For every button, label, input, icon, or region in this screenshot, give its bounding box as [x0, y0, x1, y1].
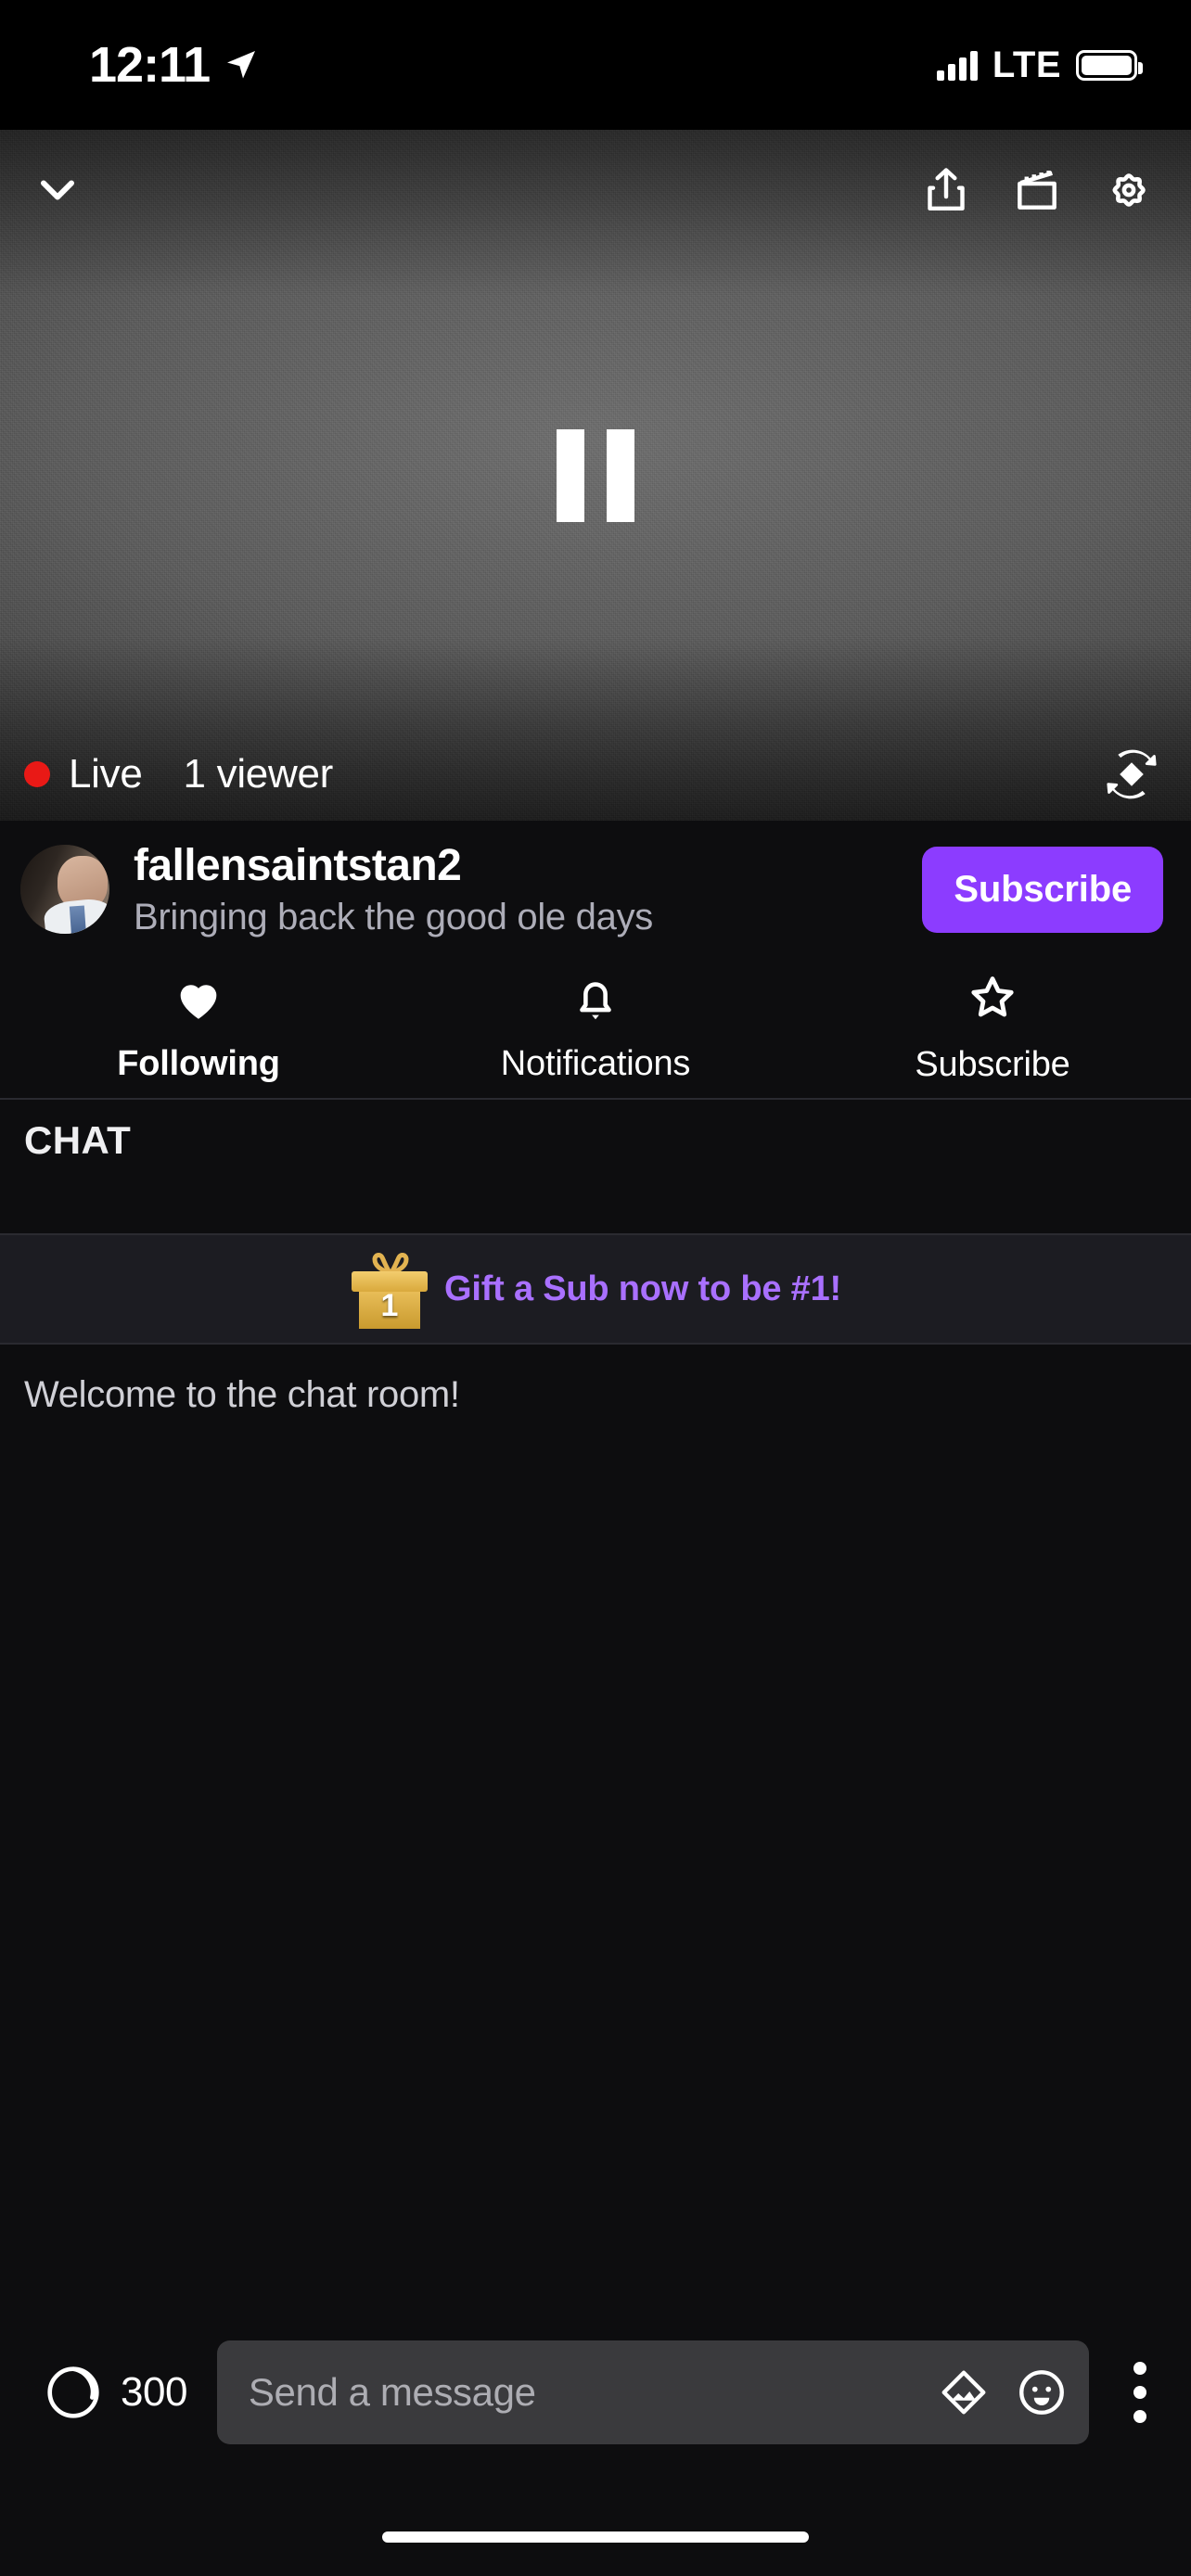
following-label: Following: [117, 1044, 280, 1083]
gear-icon[interactable]: [1102, 163, 1156, 217]
char-count-label: 300: [121, 2369, 187, 2415]
location-arrow-icon: [223, 46, 260, 83]
search-input-wrapper[interactable]: Send a message: [216, 2340, 1089, 2444]
screen-rotate-icon[interactable]: [1102, 745, 1161, 804]
channel-tagline: Bringing back the good ole days: [134, 896, 653, 937]
chat-header-label: CHAT: [24, 1118, 132, 1162]
subscribe-star-label: Subscribe: [915, 1045, 1070, 1084]
viewer-count: 1 viewer: [183, 751, 334, 797]
gift-banner-text: Gift a Sub now to be #1!: [444, 1269, 841, 1308]
chevron-down-icon[interactable]: [30, 162, 85, 218]
status-bar-right: LTE: [936, 44, 1143, 86]
notifications-button[interactable]: Notifications: [397, 972, 794, 1084]
network-label: LTE: [992, 44, 1061, 85]
char-countdown-ring-icon: [43, 2362, 104, 2423]
bell-icon: [569, 972, 622, 1026]
star-outline-icon: [965, 971, 1020, 1027]
chat-header: CHAT: [0, 1098, 1191, 1181]
signal-bars-icon: [936, 49, 978, 81]
heart-filled-icon: [172, 972, 225, 1026]
video-player[interactable]: Live 1 viewer: [0, 130, 1191, 821]
avatar[interactable]: [20, 845, 109, 934]
live-label: Live: [69, 751, 143, 797]
notifications-label: Notifications: [500, 1044, 691, 1083]
phone-screen: 12:11 LTE Live 1 viewer fallensaintstan2…: [0, 0, 1191, 2576]
share-icon[interactable]: [920, 164, 972, 216]
channel-text: fallensaintstan2 Bringing back the good …: [134, 841, 922, 937]
home-indicator: [382, 2531, 809, 2543]
smiley-emote-icon[interactable]: [1015, 2366, 1069, 2419]
gift-sub-banner[interactable]: 1 Gift a Sub now to be #1!: [0, 1233, 1191, 1345]
gift-badge: 1: [380, 1288, 399, 1323]
char-counter: 300: [43, 2362, 187, 2423]
status-bar: 12:11 LTE: [0, 0, 1191, 130]
pause-icon[interactable]: [557, 428, 634, 522]
list-item: Welcome to the chat room!: [24, 1374, 460, 1415]
player-top-bar: [0, 130, 1191, 250]
action-row: Following Notifications Subscribe: [0, 958, 1191, 1098]
avatar-tie: [69, 905, 87, 934]
message-input[interactable]: Send a message: [249, 2370, 913, 2415]
bits-diamond-icon[interactable]: [937, 2366, 991, 2419]
chat-message-list[interactable]: Welcome to the chat room!: [0, 1346, 1191, 2320]
live-dot-icon: [24, 761, 50, 787]
chat-composer: 300 Send a message: [0, 2318, 1191, 2467]
channel-info-row: fallensaintstan2 Bringing back the good …: [0, 821, 1191, 958]
subscribe-star-button[interactable]: Subscribe: [794, 971, 1191, 1085]
clapperboard-icon[interactable]: [1011, 164, 1063, 216]
following-button[interactable]: Following: [0, 972, 397, 1084]
status-bar-left: 12:11: [89, 40, 260, 90]
channel-name[interactable]: fallensaintstan2: [134, 841, 922, 891]
battery-full-icon: [1076, 49, 1143, 81]
subscribe-button[interactable]: Subscribe: [922, 846, 1163, 933]
status-time: 12:11: [89, 37, 211, 93]
live-badge: Live: [24, 751, 143, 797]
gift-box-icon: 1: [350, 1249, 429, 1329]
player-bottom-bar: Live 1 viewer: [0, 728, 1191, 821]
kebab-more-icon[interactable]: [1089, 2362, 1191, 2423]
